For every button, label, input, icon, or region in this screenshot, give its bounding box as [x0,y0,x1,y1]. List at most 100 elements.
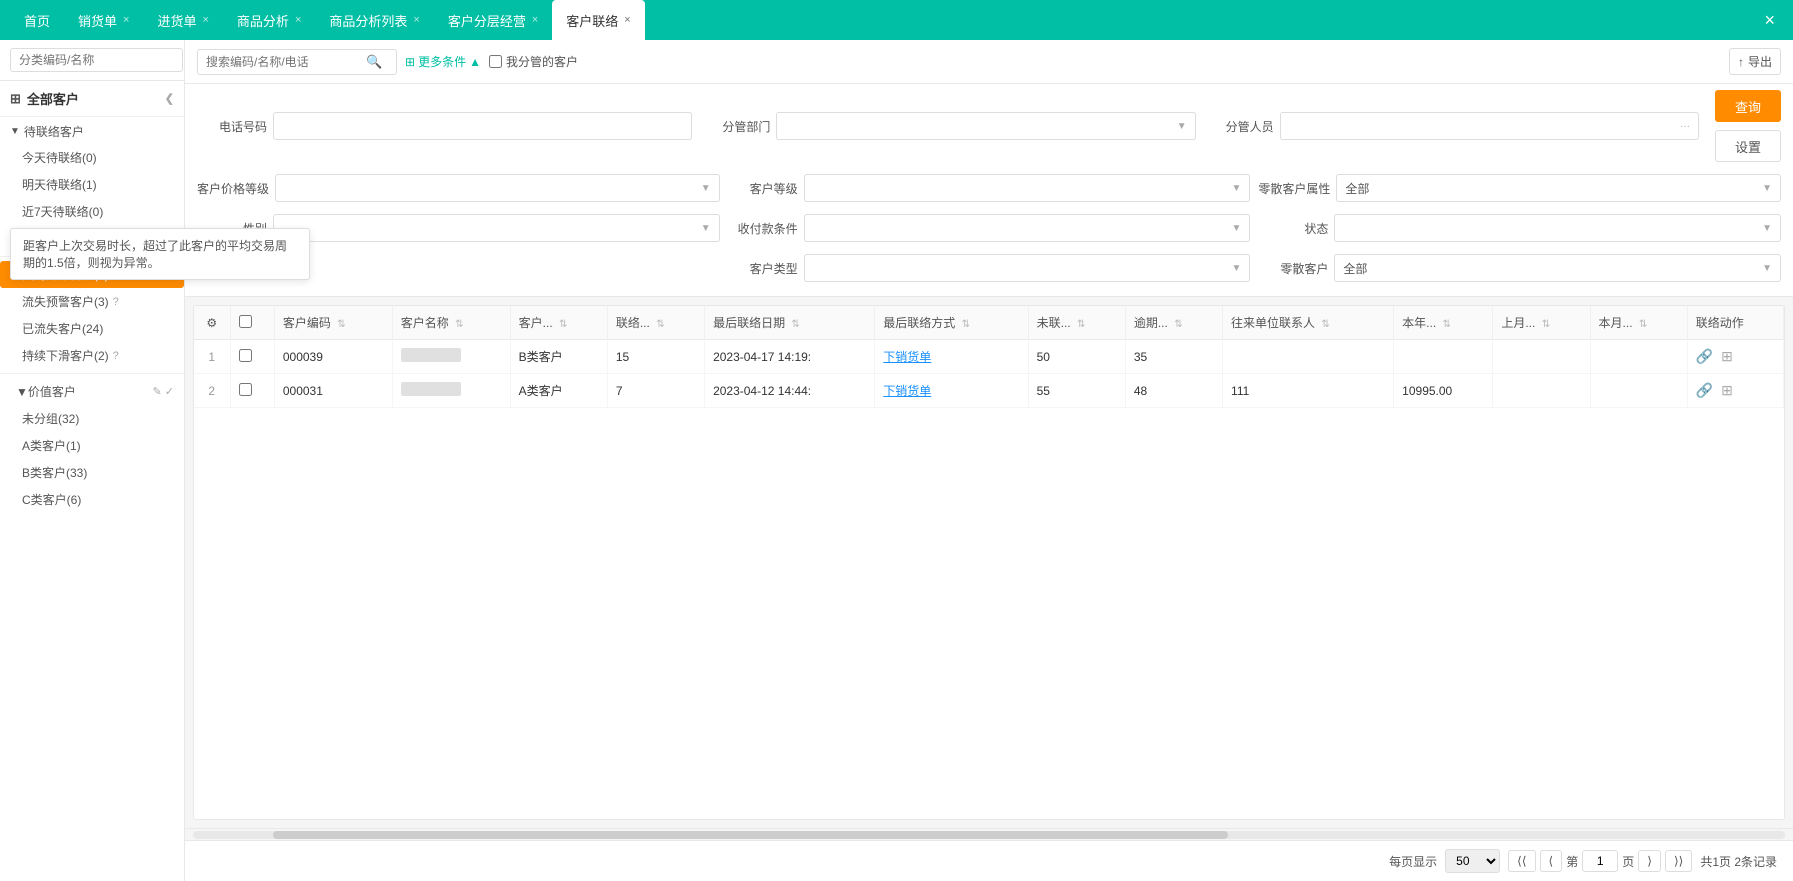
main-layout: 🔍 ⊞ 全部客户 ❮ ▼ 待联络客户 今天待联络(0) 明天待联络(1) 近7天… [0,40,1793,881]
dept-select[interactable]: ▼ [776,112,1195,140]
nav-close-product-list[interactable]: × [413,14,419,26]
divider-2 [0,373,184,374]
row-2-checkbox[interactable] [239,383,252,396]
sort-icon-unlink[interactable]: ⇅ [1077,319,1085,330]
more-conditions-button[interactable]: ⊞ 更多条件 ▲ [405,53,481,70]
sidebar-item-a-class[interactable]: A类客户(1) [0,432,184,459]
sidebar-item-7days-label: 近7天待联络(0) [22,203,103,220]
nav-item-product-list[interactable]: 商品分析列表 × [315,0,433,40]
sidebar-item-tomorrow[interactable]: 明天待联络(1) [0,171,184,198]
export-button[interactable]: ↑ 导出 [1729,48,1781,75]
manager-select[interactable]: ··· [1280,112,1699,140]
sidebar-item-ungrouped[interactable]: 未分组(32) [0,405,184,432]
sort-icon-date[interactable]: ⇅ [791,319,799,330]
price-grade-select[interactable]: ▼ [275,174,720,202]
horizontal-scrollbar[interactable] [185,828,1793,840]
collapse-button[interactable]: ❮ [165,92,174,105]
retail-attr-select[interactable]: 全部 ▼ [1336,174,1781,202]
sort-icon-method[interactable]: ⇅ [962,319,970,330]
nav-item-customer-tier[interactable]: 客户分层经营 × [434,0,552,40]
dept-field: 分管部门 ▼ [700,112,1195,140]
sidebar-search-input[interactable] [10,48,183,72]
sidebar-item-declining[interactable]: 持续下滑客户(2) ? [0,342,184,369]
value-customers-group[interactable]: ▼ 价值客户 ✎ ✓ [0,378,184,405]
select-all-checkbox[interactable] [239,315,252,328]
sidebar-item-b-class[interactable]: B类客户(33) [0,459,184,486]
nav-close-customer-contact[interactable]: × [624,14,630,26]
nav-item-sales[interactable]: 销货单 × [64,0,143,40]
nav-item-purchase[interactable]: 进货单 × [143,0,222,40]
sort-icon-contact[interactable]: ⇅ [656,319,664,330]
sidebar-item-lost[interactable]: 已流失客户(24) [0,315,184,342]
lost-warning-label: 流失预警客户(3) [22,293,109,310]
search-wrap: 🔍 [197,49,397,75]
page-number-input[interactable] [1582,850,1618,872]
sort-icon-code[interactable]: ⇅ [337,319,345,330]
next-page-button[interactable]: ⟩ [1638,850,1661,872]
row-method-2[interactable]: 下销货单 [875,374,1028,408]
row-num-1: 1 [194,340,230,374]
edit-icons[interactable]: ✎ ✓ [153,385,175,398]
retail-customer-select[interactable]: 全部 ▼ [1334,254,1781,282]
tooltip-text: 距客户上次交易时长，超过了此客户的平均交易周期的1.5倍，则视为异常。 [23,239,185,270]
prev-page-button[interactable]: ⟨ [1540,850,1563,872]
filter-row-1: 电话号码 分管部门 ▼ 分管人员 ··· [197,84,1781,168]
last-page-button[interactable]: ⟩⟩ [1665,850,1692,872]
status-select[interactable]: ▼ [1334,214,1781,242]
link-icon-1[interactable]: 🔗 [1696,348,1713,365]
sidebar-item-7days[interactable]: 近7天待联络(0) [0,198,184,225]
customer-grade-select[interactable]: ▼ [804,174,1251,202]
payment-select[interactable]: ▼ [804,214,1251,242]
sort-icon-name[interactable]: ⇅ [455,319,463,330]
nav-close-purchase[interactable]: × [202,14,208,26]
retail-attr-value: 全部 [1345,180,1369,197]
sidebar-item-today[interactable]: 今天待联络(0) [0,144,184,171]
row-1-checkbox[interactable] [239,349,252,362]
th-settings[interactable]: ⚙ [194,306,230,340]
sidebar-item-lost-warning[interactable]: 流失预警客户(3) ? [0,288,184,315]
th-unlinkable-label: 未联... [1037,316,1071,330]
nav-close-customer-tier[interactable]: × [532,14,538,26]
nav-close-sales[interactable]: × [123,14,129,26]
nav-close-product-analysis[interactable]: × [295,14,301,26]
phone-input[interactable] [273,112,692,140]
nav-item-customer-contact[interactable]: 客户联络 × [552,0,644,40]
search-input[interactable] [206,55,366,69]
sort-icon-overdue[interactable]: ⇅ [1174,319,1182,330]
sort-icon-month[interactable]: ⇅ [1639,319,1647,330]
my-customers-checkbox[interactable] [489,55,502,68]
retail-customer-label: 零散客户 [1258,260,1328,277]
first-page-button[interactable]: ⟨⟨ [1508,850,1535,872]
gender-select[interactable]: ▼ [273,214,720,242]
help-icon-declining[interactable]: ? [113,350,119,362]
row-checkbox-1 [230,340,274,374]
sort-icon-year[interactable]: ⇅ [1443,319,1451,330]
nav-item-home[interactable]: 首页 [10,0,64,40]
help-icon-lost-warning[interactable]: ? [113,296,119,308]
grid-icon-1[interactable]: ⊞ [1721,348,1733,365]
grid-icon-2[interactable]: ⊞ [1721,382,1733,399]
sort-icon-lmonth[interactable]: ⇅ [1542,319,1550,330]
customer-type-select[interactable]: ▼ [804,254,1251,282]
sidebar-item-c-class[interactable]: C类客户(6) [0,486,184,513]
search-icon[interactable]: 🔍 [366,54,382,70]
scroll-track [193,831,1785,839]
filter-row-4: ... 客户类型 ▼ 零散客户 全部 ▼ [197,248,1781,288]
nav-item-product-analysis[interactable]: 商品分析 × [223,0,315,40]
settings-button[interactable]: 设置 [1715,130,1781,162]
row-contact-1: 15 [607,340,704,374]
window-close-button[interactable]: × [1756,10,1783,31]
sort-icon-contacts[interactable]: ⇅ [1321,319,1329,330]
triangle-icon: ▼ [10,126,20,137]
chevron-down-3: ▼ [1231,183,1241,194]
scroll-thumb[interactable] [273,831,1228,839]
sort-icon-ctype[interactable]: ⇅ [559,319,567,330]
chevron-down-6: ▼ [1231,223,1241,234]
link-icon-2[interactable]: 🔗 [1696,382,1713,399]
row-method-1[interactable]: 下销货单 [875,340,1028,374]
page-label: 第 [1566,853,1578,870]
per-page-select[interactable]: 50 100 200 [1445,849,1500,873]
query-button[interactable]: 查询 [1715,90,1781,122]
all-customers-header[interactable]: ⊞ 全部客户 ❮ [0,81,184,117]
waiting-group-title[interactable]: ▼ 待联络客户 [0,117,184,144]
